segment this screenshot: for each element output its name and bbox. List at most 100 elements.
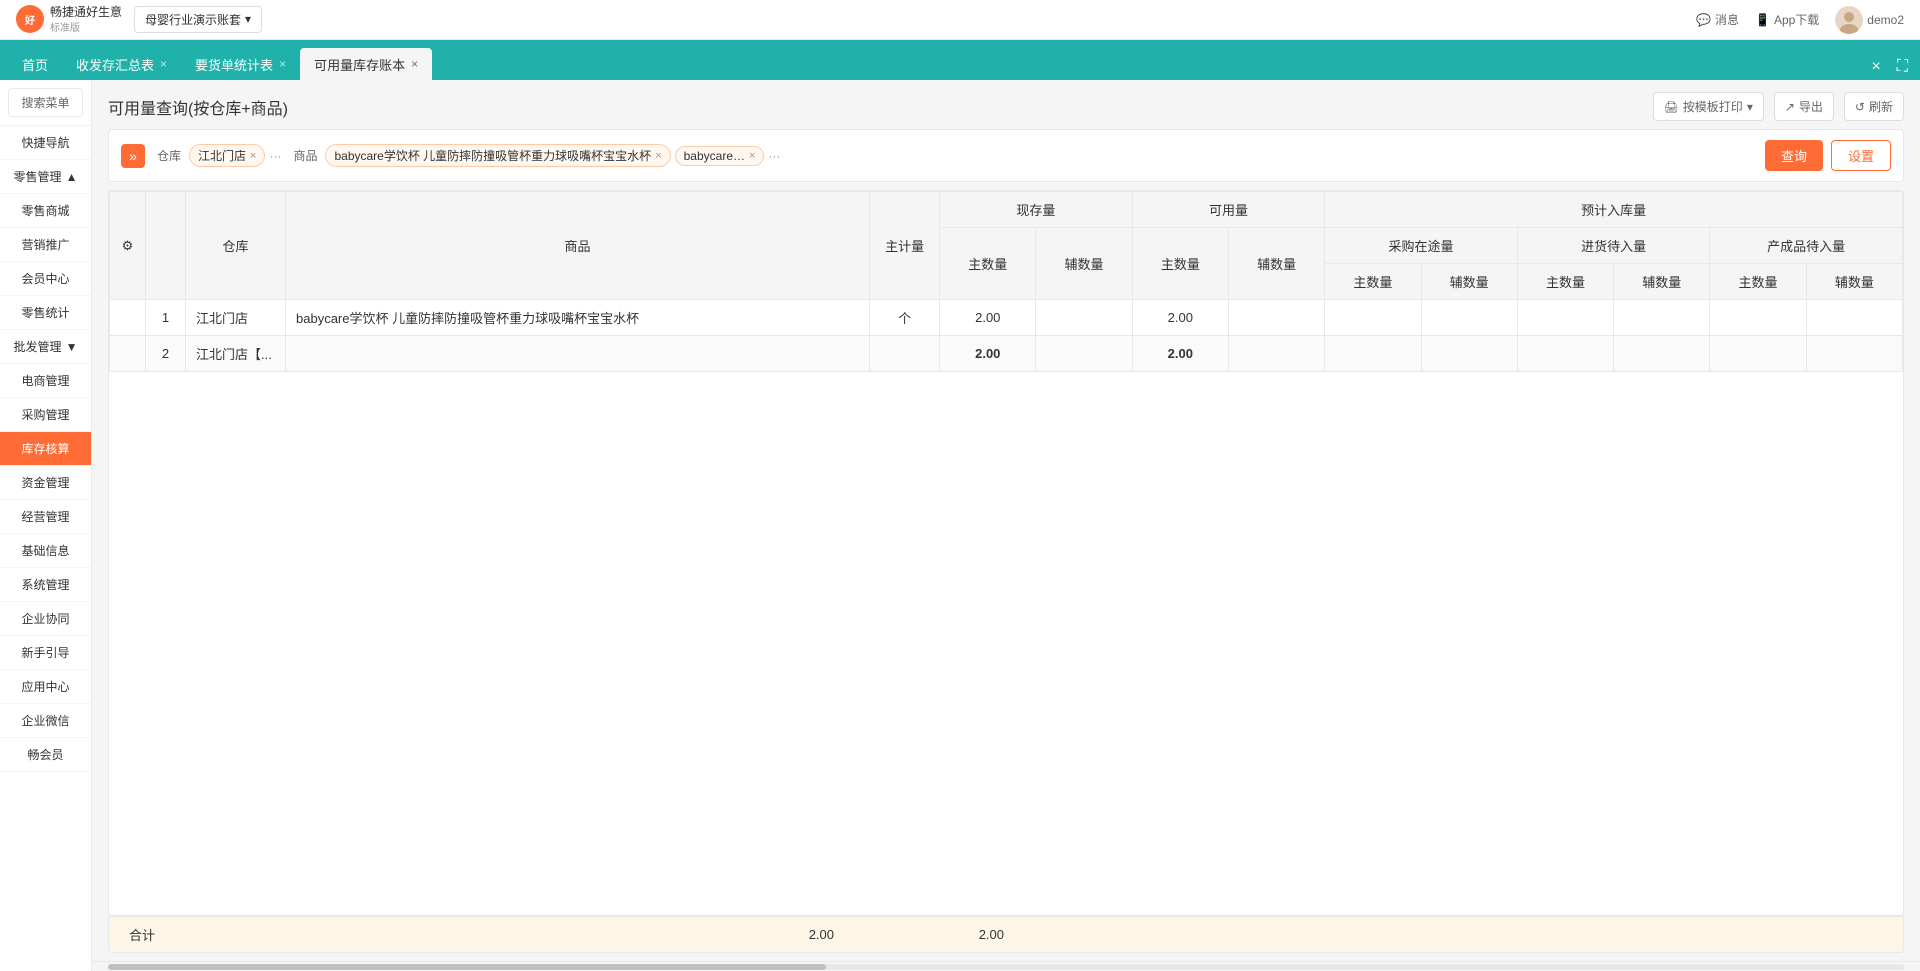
top-bar-left: 好 畅捷通好生意 标准版 母婴行业演示账套 ▾ bbox=[16, 5, 262, 34]
close-tab3-btn[interactable]: × bbox=[411, 57, 418, 71]
product-tags: babycare学饮杯 儿童防摔防撞吸管杯重力球吸嘴杯宝宝水杯 × babyca… bbox=[325, 144, 780, 167]
sidebar-item-zero-retail[interactable]: 零售管理 ▲ bbox=[0, 160, 91, 194]
row1-product: babycare学饮杯 儿童防摔防撞吸管杯重力球吸嘴杯宝宝水杯 bbox=[286, 300, 870, 336]
scroll-bar-container[interactable] bbox=[92, 961, 1920, 971]
remove-product2-btn[interactable]: × bbox=[749, 150, 755, 162]
user-menu[interactable]: demo2 bbox=[1835, 6, 1904, 34]
sidebar-search: 搜索菜单 bbox=[0, 80, 91, 126]
logo: 好 畅捷通好生意 标准版 bbox=[16, 5, 122, 34]
th-stock-aux: 辅数量 bbox=[1036, 228, 1132, 300]
th-purchase-in-main: 主数量 bbox=[1517, 264, 1613, 300]
tab-home[interactable]: 首页 bbox=[8, 48, 62, 80]
nav-tabs-right: × ⛶ bbox=[1867, 54, 1920, 80]
warehouse-tag[interactable]: 江北门店 × bbox=[189, 144, 265, 167]
tab-shoufacun[interactable]: 收发存汇总表 × bbox=[62, 48, 181, 80]
table-footer: 合计 2.00 2.00 bbox=[108, 916, 1904, 953]
row2-production-main bbox=[1710, 336, 1806, 372]
scroll-bar-thumb[interactable] bbox=[108, 964, 826, 970]
search-menu-btn[interactable]: 搜索菜单 bbox=[8, 88, 83, 117]
sidebar-item-newguide[interactable]: 新手引导 bbox=[0, 636, 91, 670]
table-wrapper[interactable]: ⚙ 仓库 商品 主计量 现存量 可用量 预计入库量 主数量 辅数 bbox=[109, 191, 1903, 915]
th-main-unit: 主计量 bbox=[870, 192, 940, 300]
close-tab2-btn[interactable]: × bbox=[279, 57, 286, 71]
export-btn[interactable]: ↗ 导出 bbox=[1774, 92, 1834, 121]
sidebar-item-retail-mall[interactable]: 零售商城 bbox=[0, 194, 91, 228]
th-current-stock: 现存量 bbox=[940, 192, 1133, 228]
more-dots2[interactable]: ··· bbox=[768, 149, 780, 163]
remove-product1-btn[interactable]: × bbox=[655, 150, 661, 162]
tab-yaohuo[interactable]: 要货单统计表 × bbox=[181, 48, 300, 80]
row1-avail-aux bbox=[1228, 300, 1324, 336]
sidebar-item-wechat[interactable]: 企业微信 bbox=[0, 704, 91, 738]
filter-product-group: 商品 babycare学饮杯 儿童防摔防撞吸管杯重力球吸嘴杯宝宝水杯 × bab… bbox=[293, 144, 780, 167]
row1-avail-main: 2.00 bbox=[1132, 300, 1228, 336]
filter-expand-btn[interactable]: » bbox=[121, 144, 145, 168]
app-download-btn[interactable]: 📱 App下载 bbox=[1755, 11, 1819, 28]
sidebar-item-finance[interactable]: 资金管理 bbox=[0, 466, 91, 500]
print-btn[interactable]: 🖨 按模板打印 ▾ bbox=[1653, 92, 1764, 121]
sidebar-item-member[interactable]: 会员中心 bbox=[0, 262, 91, 296]
row2-incoming-aux bbox=[1614, 336, 1710, 372]
product-label: 商品 bbox=[293, 147, 317, 164]
sidebar-item-appcenter[interactable]: 应用中心 bbox=[0, 670, 91, 704]
row2-purchase-main bbox=[1325, 336, 1421, 372]
th-purchase-onway: 采购在途量 bbox=[1325, 228, 1518, 264]
more-dots[interactable]: ··· bbox=[269, 149, 281, 163]
refresh-btn[interactable]: ↺ 刷新 bbox=[1844, 92, 1904, 121]
th-settings[interactable]: ⚙ bbox=[110, 192, 146, 300]
sidebar-item-basic[interactable]: 基础信息 bbox=[0, 534, 91, 568]
row2-unit bbox=[870, 336, 940, 372]
sidebar-item-batch-mgmt[interactable]: 批发管理 ▼ bbox=[0, 330, 91, 364]
row1-stock-aux bbox=[1036, 300, 1132, 336]
sidebar-item-enterprise[interactable]: 企业协同 bbox=[0, 602, 91, 636]
close-tab1-btn[interactable]: × bbox=[160, 57, 167, 71]
row2-incoming-main bbox=[1517, 336, 1613, 372]
sidebar-item-ecommerce[interactable]: 电商管理 bbox=[0, 364, 91, 398]
row2-warehouse: 江北门店【... bbox=[186, 336, 286, 372]
gear-icon[interactable]: ⚙ bbox=[122, 238, 134, 253]
row1-incoming-main bbox=[1517, 300, 1613, 336]
sidebar-item-purchase[interactable]: 采购管理 bbox=[0, 398, 91, 432]
th-product: 商品 bbox=[286, 192, 870, 300]
industry-select[interactable]: 母婴行业演示账套 ▾ bbox=[134, 6, 262, 33]
filter-warehouse-group: 仓库 江北门店 × ··· bbox=[157, 144, 281, 167]
row2-production-aux bbox=[1806, 336, 1902, 372]
page-header: 可用量查询(按仓库+商品) 🖨 按模板打印 ▾ ↗ 导出 ↺ 刷新 bbox=[92, 80, 1920, 129]
remove-warehouse-btn[interactable]: × bbox=[250, 150, 256, 162]
tab-keyongliang[interactable]: 可用量库存账本 × bbox=[300, 48, 432, 80]
page-actions: 🖨 按模板打印 ▾ ↗ 导出 ↺ 刷新 bbox=[1653, 92, 1904, 121]
sidebar-item-vip[interactable]: 畅会员 bbox=[0, 738, 91, 772]
sidebar-item-ops[interactable]: 经营管理 bbox=[0, 500, 91, 534]
product-tag2[interactable]: babycare… × bbox=[675, 146, 765, 166]
row1-incoming-aux bbox=[1614, 300, 1710, 336]
arrow-icon: ▲ bbox=[66, 170, 78, 184]
scroll-bar-track[interactable] bbox=[108, 964, 1904, 970]
close-all-tabs-btn[interactable]: × bbox=[1867, 54, 1884, 80]
content-area: 可用量查询(按仓库+商品) 🖨 按模板打印 ▾ ↗ 导出 ↺ 刷新 » bbox=[92, 80, 1920, 971]
sidebar-item-inventory[interactable]: 库存核算 bbox=[0, 432, 91, 466]
row1-purchase-aux bbox=[1421, 300, 1517, 336]
sidebar-item-system[interactable]: 系统管理 bbox=[0, 568, 91, 602]
warehouse-tags: 江北门店 × ··· bbox=[189, 144, 281, 167]
fullscreen-btn[interactable]: ⛶ bbox=[1893, 54, 1912, 80]
row1-warehouse: 江北门店 bbox=[186, 300, 286, 336]
row1-settings bbox=[110, 300, 146, 336]
page-title: 可用量查询(按仓库+商品) bbox=[108, 95, 288, 119]
row2-stock-aux bbox=[1036, 336, 1132, 372]
product-tag1[interactable]: babycare学饮杯 儿童防摔防撞吸管杯重力球吸嘴杯宝宝水杯 × bbox=[325, 144, 670, 167]
th-purchase-in-aux: 辅数量 bbox=[1614, 264, 1710, 300]
data-table: ⚙ 仓库 商品 主计量 现存量 可用量 预计入库量 主数量 辅数 bbox=[109, 191, 1903, 372]
settings-btn[interactable]: 设置 bbox=[1831, 140, 1891, 171]
warehouse-label: 仓库 bbox=[157, 147, 181, 164]
logo-icon: 好 bbox=[16, 5, 44, 33]
query-btn[interactable]: 查询 bbox=[1765, 140, 1823, 171]
th-avail-main: 主数量 bbox=[1132, 228, 1228, 300]
th-purchase-incoming: 进货待入量 bbox=[1517, 228, 1710, 264]
th-avail-aux: 辅数量 bbox=[1228, 228, 1324, 300]
row2-avail-main: 2.00 bbox=[1132, 336, 1228, 372]
row2-purchase-aux bbox=[1421, 336, 1517, 372]
sidebar-item-quicknav[interactable]: 快捷导航 bbox=[0, 126, 91, 160]
message-btn[interactable]: 💬 消息 bbox=[1696, 11, 1739, 28]
sidebar-item-marketing[interactable]: 营销推广 bbox=[0, 228, 91, 262]
sidebar-item-retail-stats[interactable]: 零售统计 bbox=[0, 296, 91, 330]
